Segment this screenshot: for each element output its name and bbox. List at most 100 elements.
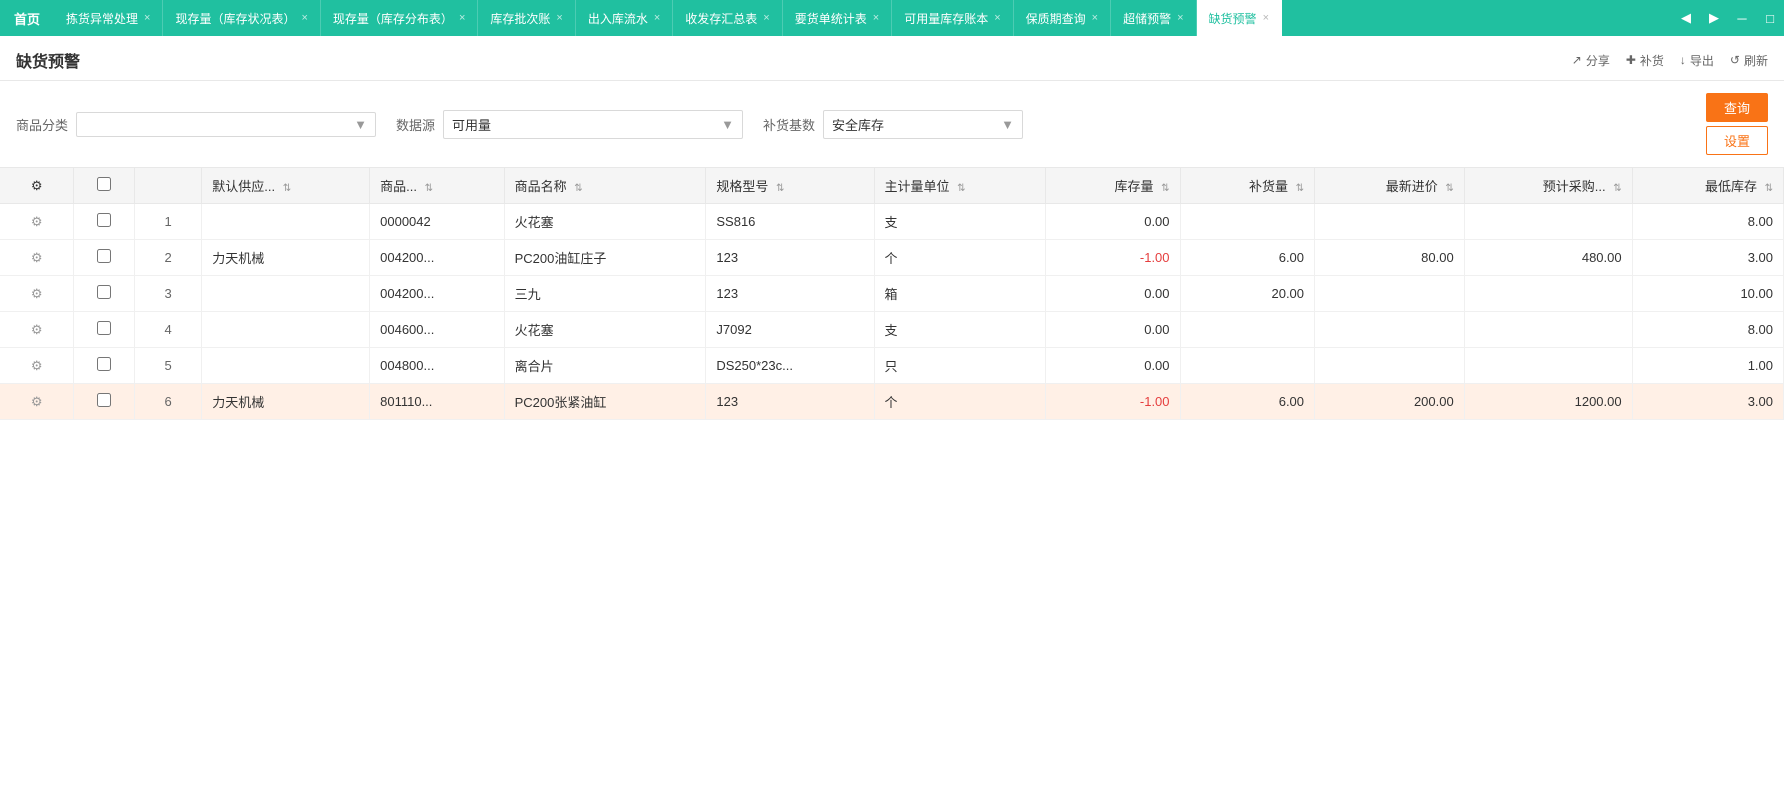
tab-item-9[interactable]: 保质期查询 × xyxy=(1014,0,1111,36)
row-gear-icon[interactable]: ⚙ xyxy=(31,286,43,301)
col-spec-header[interactable]: 规格型号 ⇅ xyxy=(706,168,874,204)
row-gear-icon[interactable]: ⚙ xyxy=(31,250,43,265)
tab-close-11[interactable]: × xyxy=(1263,12,1269,24)
row-gear-4[interactable]: ⚙ xyxy=(0,348,74,384)
row-checkbox-4[interactable] xyxy=(97,357,111,371)
tab-item-3[interactable]: 现存量（库存分布表） × xyxy=(321,0,478,36)
tab-item-2[interactable]: 现存量（库存状况表） × xyxy=(163,0,320,36)
row-spec-3: J7092 xyxy=(706,312,874,348)
col-supplier-header[interactable]: 默认供应... ⇅ xyxy=(202,168,370,204)
row-code-2: 004200... xyxy=(370,276,505,312)
row-name-2: 三九 xyxy=(504,276,706,312)
datasource-chevron-icon: ▼ xyxy=(721,117,734,132)
row-gear-icon[interactable]: ⚙ xyxy=(31,214,43,229)
tab-close-2[interactable]: × xyxy=(301,12,307,24)
col-name-header[interactable]: 商品名称 ⇅ xyxy=(504,168,706,204)
replenish-label: 补货基数 xyxy=(763,115,815,134)
row-spec-2: 123 xyxy=(706,276,874,312)
row-checkbox-5[interactable] xyxy=(97,393,111,407)
row-name-4: 离合片 xyxy=(504,348,706,384)
main-content: 缺货预警 ↗ 分享 ✚ 补货 ↓ 导出 ↺ 刷新 商品分类 xyxy=(0,36,1784,796)
tab-prev-button[interactable]: ◀ xyxy=(1672,0,1700,36)
row-check-5[interactable] xyxy=(74,384,135,420)
share-button[interactable]: ↗ 分享 xyxy=(1572,52,1610,69)
tab-close-4[interactable]: × xyxy=(556,12,562,24)
row-replenish-2: 20.00 xyxy=(1180,276,1315,312)
replenish-select[interactable]: 安全库存 ▼ xyxy=(823,110,1023,139)
row-check-2[interactable] xyxy=(74,276,135,312)
col-code-header[interactable]: 商品... ⇅ xyxy=(370,168,505,204)
row-gear-icon[interactable]: ⚙ xyxy=(31,358,43,373)
tab-item-8[interactable]: 可用量库存账本 × xyxy=(892,0,1013,36)
tab-item-6[interactable]: 收发存汇总表 × xyxy=(673,0,782,36)
row-check-1[interactable] xyxy=(74,240,135,276)
tab-minimize-button[interactable]: ─ xyxy=(1728,0,1756,36)
col-stock-header[interactable]: 库存量 ⇅ xyxy=(1046,168,1181,204)
select-all-checkbox[interactable] xyxy=(97,177,111,191)
col-price-header[interactable]: 最新进价 ⇅ xyxy=(1315,168,1465,204)
tab-item-10[interactable]: 超储预警 × xyxy=(1111,0,1196,36)
row-checkbox-0[interactable] xyxy=(97,213,111,227)
refresh-button[interactable]: ↺ 刷新 xyxy=(1730,52,1768,69)
row-code-1: 004200... xyxy=(370,240,505,276)
replenish-button[interactable]: ✚ 补货 xyxy=(1626,52,1664,69)
tab-item-5[interactable]: 出入库流水 × xyxy=(576,0,673,36)
row-gear-icon[interactable]: ⚙ xyxy=(31,322,43,337)
gear-icon[interactable]: ⚙ xyxy=(31,178,43,193)
export-button[interactable]: ↓ 导出 xyxy=(1680,52,1714,69)
replenish-icon: ✚ xyxy=(1626,53,1636,67)
row-name-5: PC200张紧油缸 xyxy=(504,384,706,420)
tab-close-10[interactable]: × xyxy=(1177,12,1183,24)
tab-close-1[interactable]: × xyxy=(144,12,150,24)
tab-close-7[interactable]: × xyxy=(873,12,879,24)
tab-item-1[interactable]: 拣货异常处理 × xyxy=(54,0,163,36)
category-label: 商品分类 xyxy=(16,115,68,134)
tab-maximize-button[interactable]: □ xyxy=(1756,0,1784,36)
tab-close-9[interactable]: × xyxy=(1092,12,1098,24)
datasource-select[interactable]: 可用量 ▼ xyxy=(443,110,743,139)
col-check-header[interactable] xyxy=(74,168,135,204)
col-unit-header[interactable]: 主计量单位 ⇅ xyxy=(874,168,1046,204)
col-purchase-header[interactable]: 预计采购... ⇅ xyxy=(1464,168,1632,204)
row-checkbox-2[interactable] xyxy=(97,285,111,299)
query-button[interactable]: 查询 xyxy=(1706,93,1768,122)
tab-item-7[interactable]: 要货单统计表 × xyxy=(783,0,892,36)
tab-item-11[interactable]: 缺货预警 × xyxy=(1197,0,1282,36)
tab-home[interactable]: 首页 xyxy=(0,9,54,28)
row-minstock-3: 8.00 xyxy=(1632,312,1783,348)
row-index-1: 2 xyxy=(134,240,201,276)
row-replenish-4 xyxy=(1180,348,1315,384)
tab-nav-buttons: ◀ ▶ ─ □ xyxy=(1672,0,1784,36)
col-gear[interactable]: ⚙ xyxy=(0,168,74,204)
tab-next-button[interactable]: ▶ xyxy=(1700,0,1728,36)
row-checkbox-3[interactable] xyxy=(97,321,111,335)
refresh-icon: ↺ xyxy=(1730,53,1740,67)
tab-close-5[interactable]: × xyxy=(654,12,660,24)
row-gear-5[interactable]: ⚙ xyxy=(0,384,74,420)
tab-item-4[interactable]: 库存批次账 × xyxy=(478,0,575,36)
row-gear-0[interactable]: ⚙ xyxy=(0,204,74,240)
settings-button[interactable]: 设置 xyxy=(1706,126,1768,155)
row-check-4[interactable] xyxy=(74,348,135,384)
col-minstock-header[interactable]: 最低库存 ⇅ xyxy=(1632,168,1783,204)
row-gear-icon[interactable]: ⚙ xyxy=(31,394,43,409)
tab-close-3[interactable]: × xyxy=(459,12,465,24)
row-replenish-1: 6.00 xyxy=(1180,240,1315,276)
name-sort-icon: ⇅ xyxy=(574,183,582,194)
supplier-sort-icon: ⇅ xyxy=(283,183,291,194)
row-gear-1[interactable]: ⚙ xyxy=(0,240,74,276)
row-stock-2: 0.00 xyxy=(1046,276,1181,312)
row-checkbox-1[interactable] xyxy=(97,249,111,263)
row-check-3[interactable] xyxy=(74,312,135,348)
row-gear-3[interactable]: ⚙ xyxy=(0,312,74,348)
col-replenish-header[interactable]: 补货量 ⇅ xyxy=(1180,168,1315,204)
row-check-0[interactable] xyxy=(74,204,135,240)
tab-close-6[interactable]: × xyxy=(763,12,769,24)
row-gear-2[interactable]: ⚙ xyxy=(0,276,74,312)
row-stock-5: -1.00 xyxy=(1046,384,1181,420)
row-unit-5: 个 xyxy=(874,384,1046,420)
table-row: ⚙ 5 004800... 离合片 DS250*23c... 只 0.00 1.… xyxy=(0,348,1784,384)
category-select[interactable]: ▼ xyxy=(76,112,376,137)
tab-close-8[interactable]: × xyxy=(994,12,1000,24)
table-header-row: ⚙ 默认供应... ⇅ 商品... ⇅ 商品名称 xyxy=(0,168,1784,204)
